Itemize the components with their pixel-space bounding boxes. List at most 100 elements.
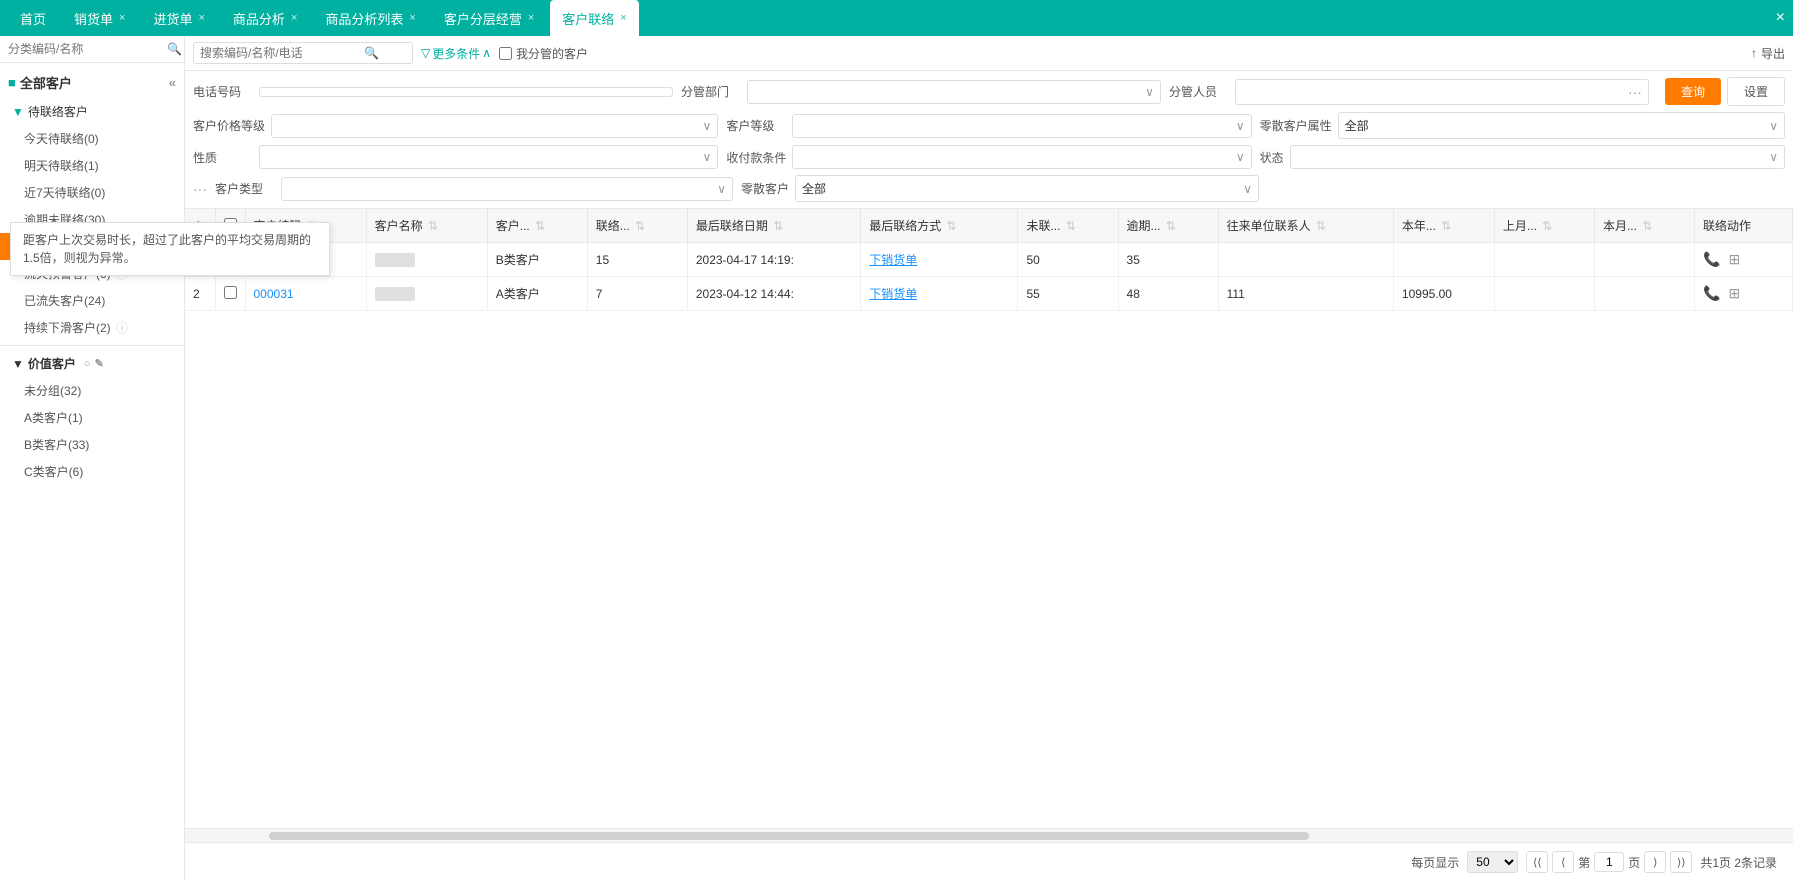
manager-input[interactable]: ··· [1235, 79, 1649, 105]
action-grid-icon[interactable]: ⊞ [1728, 285, 1740, 302]
sidebar-search-area: 🔍 [0, 36, 184, 63]
page-number-input[interactable] [1594, 852, 1624, 872]
close-product-analysis[interactable]: × [291, 12, 297, 24]
sidebar-item-today[interactable]: 今天待联络(0) [0, 125, 184, 152]
table-row: 1 000039 B类客户 15 2023-04-17 14:19: 下销货单 … [185, 243, 1793, 277]
first-page-btn[interactable]: ⟨⟨ [1526, 851, 1548, 873]
sort-date-icon: ⇅ [773, 219, 783, 233]
filter-cell-customer-level: 客户等级 ∨ [726, 114, 1251, 138]
filter-actions: 查询 设置 [1665, 77, 1785, 106]
value-customers-settings-icon[interactable]: ✎ [95, 357, 104, 370]
th-this-year[interactable]: 本年... ⇅ [1393, 209, 1494, 243]
close-all-tabs[interactable]: × [1776, 9, 1785, 27]
sidebar: 🔍 ■ 全部客户 « ▼ 待联络客户 今天待联络(0) 明天待联络(1) 近7天… [0, 36, 185, 881]
horizontal-scrollbar[interactable] [269, 832, 1309, 840]
sidebar-content: ■ 全部客户 « ▼ 待联络客户 今天待联络(0) 明天待联络(1) 近7天待联… [0, 63, 184, 881]
cell-this-year: 10995.00 [1393, 277, 1494, 311]
th-last-contact-date[interactable]: 最后联络日期 ⇅ [687, 209, 860, 243]
retail-customer-select[interactable]: 全部 ∨ [795, 175, 1259, 202]
price-level-select[interactable]: ∨ [271, 114, 718, 138]
customer-level-select[interactable]: ∨ [792, 114, 1251, 138]
action-phone-icon[interactable]: 📞 [1703, 251, 1720, 268]
row4-dots[interactable]: ··· [193, 181, 207, 197]
gender-select[interactable]: ∨ [259, 145, 718, 169]
th-customer-name[interactable]: 客户名称 ⇅ [366, 209, 487, 243]
th-customer-type[interactable]: 客户... ⇅ [487, 209, 587, 243]
status-select[interactable]: ∨ [1290, 145, 1785, 169]
filter-cell-status: 状态 ∨ [1260, 145, 1785, 169]
tab-customer-contact[interactable]: 客户联络 × [550, 0, 638, 36]
sidebar-item-already-lost[interactable]: 已流失客户(24) [0, 287, 184, 314]
per-page-select[interactable]: 50 100 200 [1467, 851, 1518, 873]
filter-cell-customer-type: 客户类型 ∨ [215, 177, 733, 201]
top-nav: 首页 销货单 × 进货单 × 商品分析 × 商品分析列表 × 客户分层经营 × … [0, 0, 1793, 36]
dept-select[interactable]: ∨ [747, 80, 1161, 104]
query-button[interactable]: 查询 [1665, 78, 1721, 105]
tab-product-analysis[interactable]: 商品分析 × [221, 0, 309, 36]
th-last-contact-method[interactable]: 最后联络方式 ⇅ [861, 209, 1018, 243]
sidebar-search-input[interactable] [8, 42, 163, 56]
sidebar-item-tomorrow[interactable]: 明天待联络(1) [0, 152, 184, 179]
my-customers-checkbox[interactable] [499, 47, 512, 60]
th-last-month[interactable]: 上月... ⇅ [1494, 209, 1594, 243]
th-unit-contact[interactable]: 往来单位联系人 ⇅ [1218, 209, 1393, 243]
th-contact[interactable]: 联络... ⇅ [587, 209, 687, 243]
cell-not-contact: 55 [1018, 277, 1118, 311]
tab-purchase-order[interactable]: 进货单 × [141, 0, 216, 36]
sidebar-search-icon[interactable]: 🔍 [167, 42, 182, 56]
filter-icon: ▽ [421, 46, 430, 60]
export-btn[interactable]: ↑ 导出 [1751, 45, 1785, 62]
sidebar-item-a-class[interactable]: A类客户(1) [0, 404, 184, 431]
th-overdue[interactable]: 逾期... ⇅ [1118, 209, 1218, 243]
close-product-analysis-list[interactable]: × [409, 12, 415, 24]
last-page-btn[interactable]: ⟩⟩ [1670, 851, 1692, 873]
next-page-btn[interactable]: ⟩ [1644, 851, 1666, 873]
cell-name[interactable] [366, 243, 487, 277]
more-conditions-btn[interactable]: ▽ 更多条件 ∧ [421, 45, 491, 62]
sidebar-item-b-class[interactable]: B类客户(33) [0, 431, 184, 458]
sidebar-item-7days[interactable]: 近7天待联络(0) [0, 179, 184, 206]
cell-code[interactable]: 000031 [245, 277, 366, 311]
sidebar-value-customers-section[interactable]: ▼ 价值客户 ○ ✎ [0, 350, 184, 377]
content-area: 🔍 ▽ 更多条件 ∧ 我分管的客户 ↑ 导出 电话号码 [185, 36, 1793, 881]
sidebar-item-c-class[interactable]: C类客户(6) [0, 458, 184, 485]
prev-page-btn[interactable]: ⟨ [1552, 851, 1574, 873]
tab-sales-order[interactable]: 销货单 × [62, 0, 137, 36]
sidebar-item-ungrouped[interactable]: 未分组(32) [0, 377, 184, 404]
customer-type-select[interactable]: ∨ [281, 177, 733, 201]
tab-home[interactable]: 首页 [8, 0, 58, 36]
payment-select[interactable]: ∨ [792, 145, 1251, 169]
tab-product-analysis-list[interactable]: 商品分析列表 × [313, 0, 427, 36]
search-input[interactable] [200, 46, 360, 60]
th-this-month[interactable]: 本月... ⇅ [1594, 209, 1694, 243]
search-icon[interactable]: 🔍 [364, 46, 379, 60]
th-action: 联络动作 [1695, 209, 1793, 243]
cell-last-month [1494, 277, 1594, 311]
action-phone-icon[interactable]: 📞 [1703, 285, 1720, 302]
close-customer-tiering[interactable]: × [528, 12, 534, 24]
value-customers-edit-icon[interactable]: ○ [84, 358, 91, 370]
close-purchase-order[interactable]: × [198, 12, 204, 24]
cell-type: B类客户 [487, 243, 587, 277]
sidebar-item-continuous-decline[interactable]: 持续下滑客户(2) ⓘ [0, 314, 184, 341]
cell-name[interactable] [366, 277, 487, 311]
filter-row-4: ··· 客户类型 ∨ 零散客户 全部 ∨ [193, 175, 1785, 202]
main-layout: 🔍 ■ 全部客户 « ▼ 待联络客户 今天待联络(0) 明天待联络(1) 近7天… [0, 36, 1793, 881]
sidebar-all-customers[interactable]: ■ 全部客户 « [0, 67, 184, 98]
close-customer-contact[interactable]: × [620, 12, 626, 24]
phone-input[interactable] [259, 87, 673, 97]
close-sales-order[interactable]: × [119, 12, 125, 24]
cell-last-method[interactable]: 下销货单 [861, 277, 1018, 311]
row-checkbox[interactable] [224, 286, 237, 299]
settings-button[interactable]: 设置 [1727, 77, 1785, 106]
tab-customer-tiering[interactable]: 客户分层经营 × [432, 0, 546, 36]
action-grid-icon[interactable]: ⊞ [1728, 251, 1740, 268]
sidebar-collapse-icon[interactable]: « [169, 75, 176, 90]
cell-last-method[interactable]: 下销货单 [861, 243, 1018, 277]
sort-this-month-icon: ⇅ [1642, 219, 1652, 233]
filter-cell-dept: 分管部门 ∨ [681, 80, 1161, 104]
cell-unit-contact [1218, 243, 1393, 277]
sidebar-pending-contact-section[interactable]: ▼ 待联络客户 [0, 98, 184, 125]
retail-attr-select[interactable]: 全部 ∨ [1338, 112, 1785, 139]
th-not-contact[interactable]: 未联... ⇅ [1018, 209, 1118, 243]
